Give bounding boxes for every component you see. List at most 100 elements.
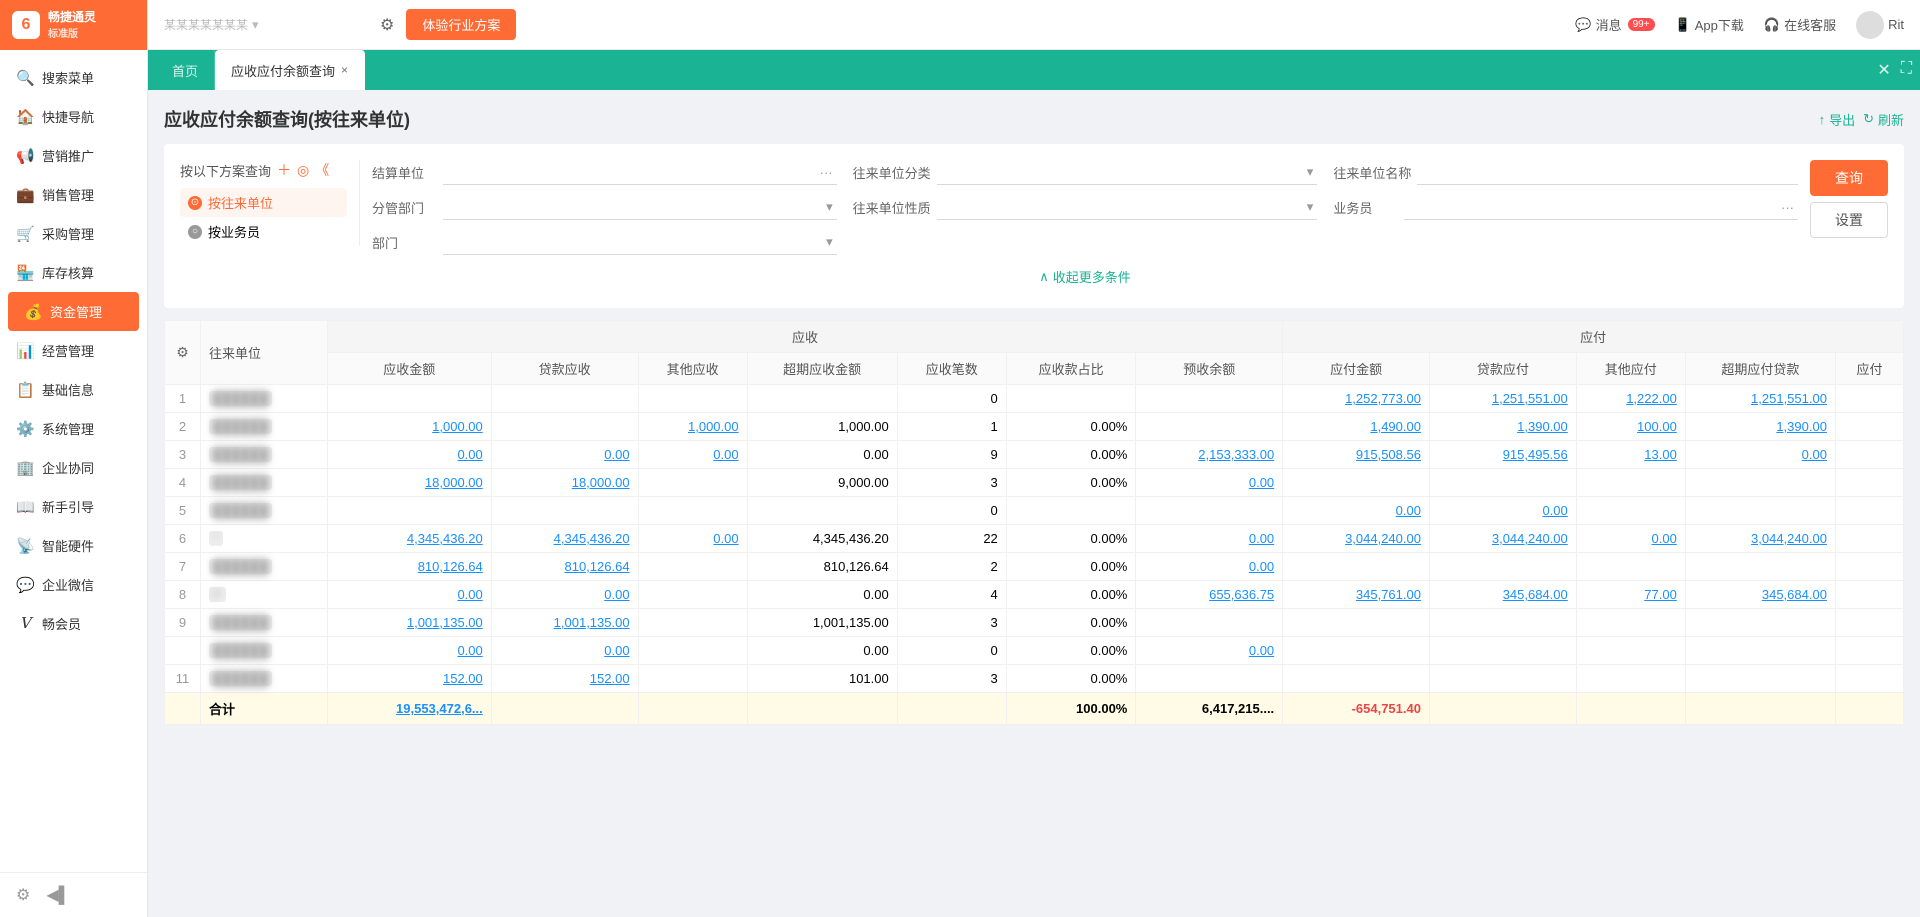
table-cell[interactable]: 1,251,551.00 (1429, 385, 1576, 413)
cell-link[interactable]: 0.00 (604, 587, 629, 602)
sidebar-item-marketing[interactable]: 📢 营销推广 (0, 136, 147, 175)
cell-link[interactable]: 1,251,551.00 (1492, 391, 1568, 406)
cell-link[interactable]: 345,684.00 (1762, 587, 1827, 602)
cell-link[interactable]: 1,001,135.00 (407, 615, 483, 630)
fullscreen-icon[interactable]: ⛶ (1901, 60, 1912, 80)
cell-link[interactable]: 0.00 (457, 587, 482, 602)
cell-link[interactable]: 0.00 (1542, 503, 1567, 518)
sidebar-item-enterprise[interactable]: 🏢 企业协同 (0, 448, 147, 487)
table-cell[interactable]: 3 (165, 441, 201, 469)
partner-name-input[interactable] (1417, 161, 1798, 185)
setting-button[interactable]: 设置 (1810, 202, 1888, 238)
table-cell[interactable]: 7 (165, 553, 201, 581)
footer-collapse-icon[interactable]: ◀▌ (46, 885, 70, 905)
table-cell[interactable]: 0.00% (1006, 413, 1136, 441)
cell-link[interactable]: 0.00 (1249, 531, 1274, 546)
cell-link[interactable]: 345,761.00 (1356, 587, 1421, 602)
table-cell[interactable]: 0.00% (1006, 525, 1136, 553)
table-cell[interactable]: 0.00 (1576, 525, 1685, 553)
add-scheme-icon[interactable]: ＋ (277, 160, 291, 180)
sidebar-item-system[interactable]: ⚙️ 系统管理 (0, 409, 147, 448)
table-cell[interactable]: 3,044,240.00 (1429, 525, 1576, 553)
collapse-scheme-icon[interactable]: 《 (315, 160, 329, 180)
sidebar-item-hardware[interactable]: 📡 智能硬件 (0, 526, 147, 565)
table-cell[interactable]: 1 (897, 413, 1006, 441)
table-cell[interactable]: 1,251,551.00 (1685, 385, 1835, 413)
table-cell[interactable]: 2,153,333.00 (1136, 441, 1283, 469)
user-item[interactable]: Rit (1856, 11, 1904, 39)
cell-link[interactable]: 0.00 (713, 447, 738, 462)
table-cell[interactable]: 0.00 (638, 441, 747, 469)
cell-link[interactable]: 18,000.00 (425, 475, 483, 490)
table-cell[interactable]: 1,001,135.00 (327, 609, 491, 637)
cell-link[interactable]: 1,222.00 (1626, 391, 1677, 406)
table-cell[interactable]: 655,636.75 (1136, 581, 1283, 609)
close-all-tabs-icon[interactable]: ✕ (1877, 60, 1890, 80)
table-cell[interactable]: 0.00 (327, 441, 491, 469)
cell-link[interactable]: 77.00 (1644, 587, 1677, 602)
cell-link[interactable]: 13.00 (1644, 447, 1677, 462)
table-cell[interactable]: 1,000.00 (747, 413, 897, 441)
table-cell[interactable]: 4,345,436.20 (747, 525, 897, 553)
table-cell[interactable]: 0.00 (491, 637, 638, 665)
scheme-by-partner[interactable]: ⊙ 按往来单位 (180, 188, 347, 217)
table-cell[interactable]: 0.00% (1006, 665, 1136, 693)
sidebar-item-sales[interactable]: 💼 销售管理 (0, 175, 147, 214)
table-cell[interactable]: 101.00 (747, 665, 897, 693)
cell-link[interactable]: 1,252,773.00 (1345, 391, 1421, 406)
table-cell[interactable]: 9,000.00 (747, 469, 897, 497)
cell-link[interactable]: 1,251,551.00 (1751, 391, 1827, 406)
table-cell[interactable]: 0.00 (327, 581, 491, 609)
table-cell[interactable]: 0.00 (747, 441, 897, 469)
table-cell[interactable]: 0.00 (747, 637, 897, 665)
cell-link[interactable]: 0.00 (1249, 643, 1274, 658)
export-button[interactable]: ↑ 导出 (1819, 110, 1856, 129)
table-cell[interactable]: 1,390.00 (1429, 413, 1576, 441)
sidebar-item-vip[interactable]: Ⅴ 畅会员 (0, 604, 147, 643)
cell-link[interactable]: 0.00 (604, 447, 629, 462)
table-cell[interactable]: 0 (897, 637, 1006, 665)
cell-link[interactable]: 100.00 (1637, 419, 1677, 434)
cell-link[interactable]: 1,490.00 (1370, 419, 1421, 434)
table-cell[interactable]: 3 (897, 609, 1006, 637)
cell-link[interactable]: 345,684.00 (1503, 587, 1568, 602)
table-cell[interactable]: 3,044,240.00 (1283, 525, 1430, 553)
sidebar-item-finance[interactable]: 💰 资金管理 (8, 292, 139, 331)
tab-query[interactable]: 应收应付余额查询 × (215, 50, 365, 90)
table-cell[interactable]: 0.00 (1429, 497, 1576, 525)
table-cell[interactable]: 6 (165, 525, 201, 553)
table-cell[interactable]: 0.00 (491, 581, 638, 609)
cell-link[interactable]: 915,495.56 (1503, 447, 1568, 462)
table-cell[interactable]: 152.00 (491, 665, 638, 693)
table-cell[interactable]: 345,761.00 (1283, 581, 1430, 609)
sidebar-item-wechat[interactable]: 💬 企业微信 (0, 565, 147, 604)
table-cell[interactable]: 1,000.00 (638, 413, 747, 441)
cell-link[interactable]: 0.00 (604, 643, 629, 658)
cell-link[interactable]: 0.00 (457, 643, 482, 658)
dept-head-input[interactable]: ▾ (443, 195, 837, 220)
table-cell[interactable]: 345,684.00 (1429, 581, 1576, 609)
topbar-gear-icon[interactable]: ⚙ (380, 15, 394, 35)
table-cell[interactable]: 0.00 (327, 637, 491, 665)
table-cell[interactable]: 810,126.64 (747, 553, 897, 581)
table-cell[interactable]: 1,000.00 (327, 413, 491, 441)
table-cell[interactable]: 8 (165, 581, 201, 609)
table-cell[interactable]: 0.00 (1136, 469, 1283, 497)
table-cell[interactable]: 22 (897, 525, 1006, 553)
table-cell[interactable]: 0.00% (1006, 553, 1136, 581)
cell-link[interactable]: 1,000.00 (432, 419, 483, 434)
cell-link[interactable]: 1,000.00 (688, 419, 739, 434)
table-cell[interactable]: 2 (897, 553, 1006, 581)
table-cell[interactable]: 9 (897, 441, 1006, 469)
table-cell[interactable]: 0.00% (1006, 581, 1136, 609)
cell-link[interactable]: 1,390.00 (1776, 419, 1827, 434)
cell-link[interactable]: 3,044,240.00 (1345, 531, 1421, 546)
cell-link[interactable]: 0.00 (1249, 559, 1274, 574)
table-cell[interactable]: 4,345,436.20 (327, 525, 491, 553)
sidebar-item-quick-nav[interactable]: 🏠 快捷导航 (0, 97, 147, 136)
table-cell[interactable]: 3 (897, 469, 1006, 497)
sidebar-item-basic[interactable]: 📋 基础信息 (0, 370, 147, 409)
app-download-item[interactable]: 📱 App下载 (1675, 15, 1744, 34)
cell-link[interactable]: 810,126.64 (418, 559, 483, 574)
refresh-button[interactable]: ↻ 刷新 (1863, 110, 1904, 129)
